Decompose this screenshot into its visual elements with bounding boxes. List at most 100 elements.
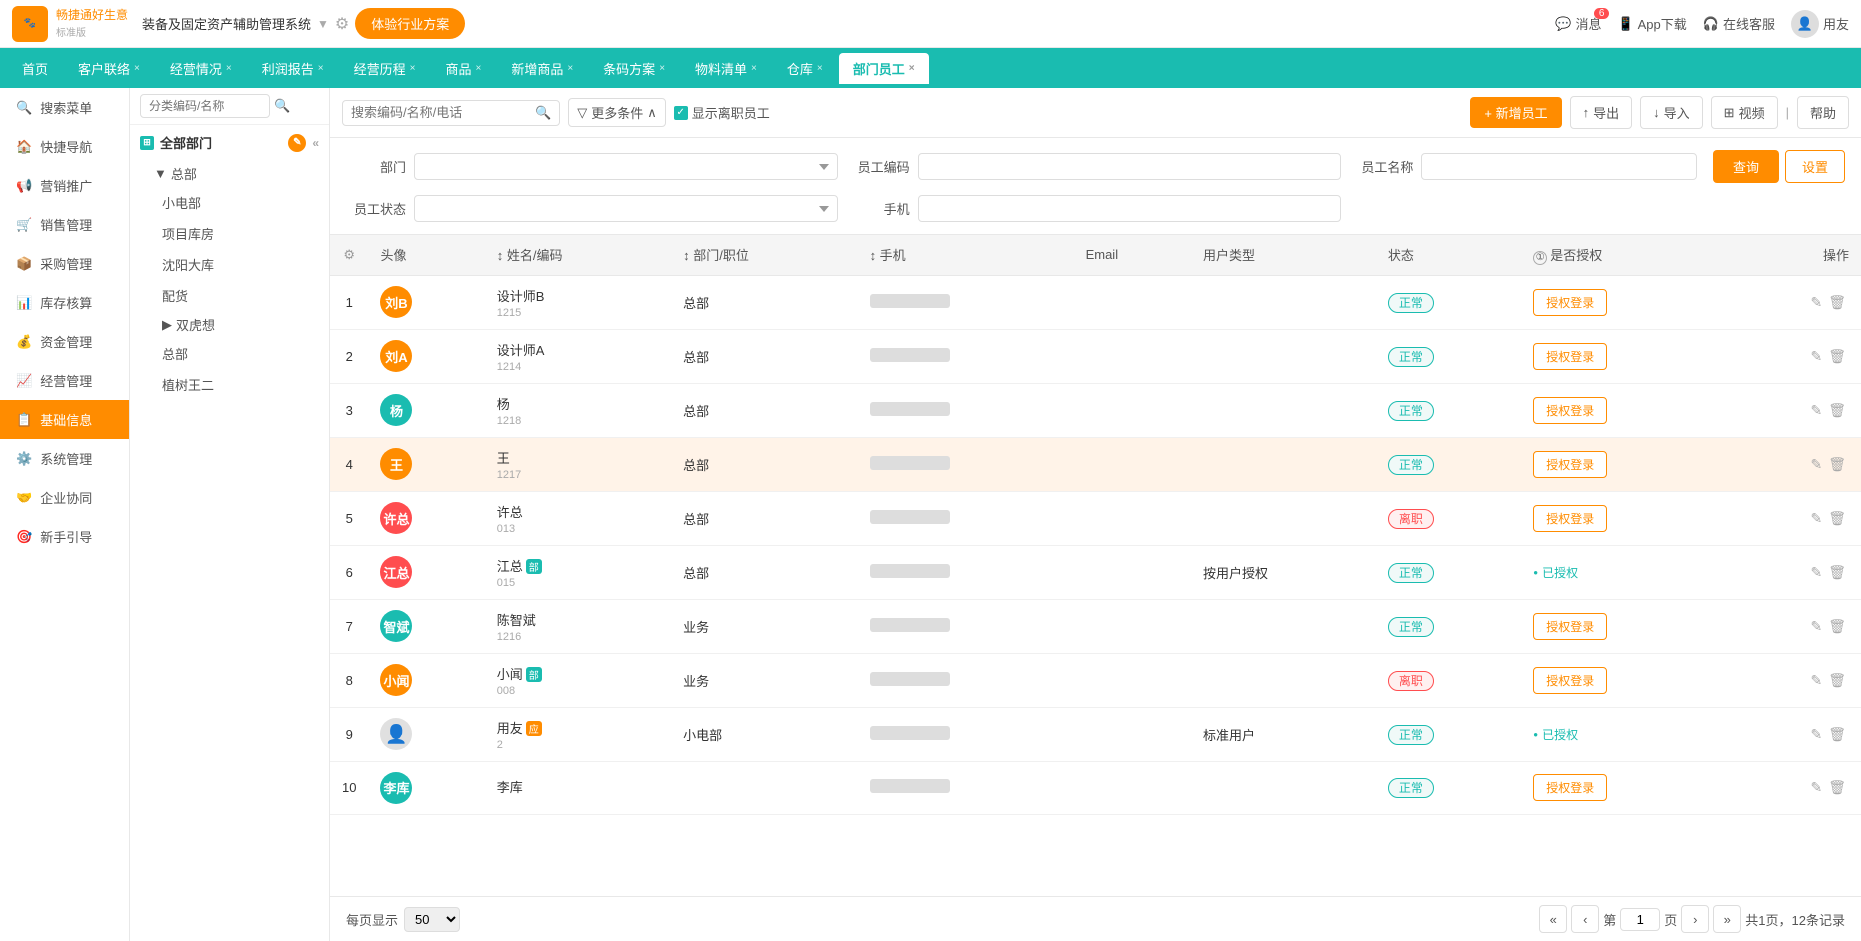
delete-icon[interactable]: 🗑 [1828,348,1846,364]
dept-item-peihuo[interactable]: 配货 [138,280,329,311]
per-page-select[interactable]: 50 20 100 [404,907,460,932]
dept-item-xiaodian[interactable]: 小电部 [138,187,329,218]
delete-icon[interactable]: 🗑 [1828,294,1846,310]
auth-btn[interactable]: 授权登录 [1533,774,1607,801]
dept-group-shuanghu[interactable]: ▶ 双虎想 [138,311,329,338]
edit-icon[interactable]: ✎ [1810,672,1822,688]
filter-empname-input[interactable] [1421,153,1697,180]
edit-icon[interactable]: ✎ [1810,564,1822,580]
add-employee-button[interactable]: + 新增员工 [1470,97,1561,128]
tab-employees[interactable]: 部门员工 × [839,53,929,84]
dept-item-xiangmu[interactable]: 项目库房 [138,218,329,249]
first-page-btn[interactable]: « [1539,905,1567,933]
dept-search-input[interactable] [140,94,270,118]
delete-icon[interactable]: 🗑 [1828,779,1846,795]
dept-item-zhishu[interactable]: 植树王二 [138,369,329,400]
sidebar-item-quicknav[interactable]: 🏠 快捷导航 [0,127,129,166]
auth-btn[interactable]: 授权登录 [1533,343,1607,370]
sidebar-item-marketing[interactable]: 📢 营销推广 [0,166,129,205]
import-button[interactable]: ↓ 导入 [1640,96,1703,129]
delete-icon[interactable]: 🗑 [1828,726,1846,742]
sidebar-item-finance[interactable]: 💰 资金管理 [0,322,129,361]
dept-search-icon[interactable]: 🔍 [274,98,290,114]
edit-icon[interactable]: ✎ [1810,294,1822,310]
app-download-btn[interactable]: 📱 App下载 [1617,14,1686,33]
prev-page-btn[interactable]: ‹ [1571,905,1599,933]
delete-icon[interactable]: 🗑 [1828,402,1846,418]
close-employees-icon[interactable]: × [909,63,915,74]
auth-btn[interactable]: 授权登录 [1533,289,1607,316]
edit-icon[interactable]: ✎ [1810,456,1822,472]
tab-add-goods[interactable]: 新增商品 × [497,53,587,84]
tab-history[interactable]: 经营历程 × [340,53,430,84]
search-button[interactable]: 查询 [1713,150,1779,183]
edit-icon[interactable]: ✎ [1810,402,1822,418]
col-gear[interactable]: ⚙ [330,235,368,275]
dept-collapse-icon[interactable]: « [312,136,319,150]
auth-btn[interactable]: 授权登录 [1533,397,1607,424]
sidebar-item-purchase[interactable]: 📦 采购管理 [0,244,129,283]
close-barcode-icon[interactable]: × [659,63,665,74]
tab-goods[interactable]: 商品 × [431,53,495,84]
search-input[interactable] [351,105,531,120]
edit-icon[interactable]: ✎ [1810,618,1822,634]
export-button[interactable]: ↑ 导出 [1570,96,1633,129]
auth-btn[interactable]: 授权登录 [1533,451,1607,478]
message-btn[interactable]: 💬 消息 6 [1555,14,1601,33]
edit-icon[interactable]: ✎ [1810,779,1822,795]
view-button[interactable]: ⊞ 视频 [1711,96,1778,129]
dept-item-shenyang[interactable]: 沈阳大库 [138,249,329,280]
col-name[interactable]: ↕ 姓名/编码 [485,235,671,275]
show-resigned-toggle[interactable]: ✓ 显示离职员工 [674,103,770,122]
close-history-icon[interactable]: × [410,63,416,74]
set-button[interactable]: 设置 [1785,150,1845,183]
dept-edit-icon[interactable]: ✎ [288,134,306,152]
sidebar-item-inventory[interactable]: 📊 库存核算 [0,283,129,322]
close-addgoods-icon[interactable]: × [567,63,573,74]
delete-icon[interactable]: 🗑 [1828,510,1846,526]
tab-operations[interactable]: 经营情况 × [156,53,246,84]
tab-home[interactable]: 首页 [8,53,62,84]
close-customers-icon[interactable]: × [134,63,140,74]
more-filters-btn[interactable]: ▽ 更多条件 ∧ [568,98,666,127]
close-profit-icon[interactable]: × [318,63,324,74]
help-icon[interactable]: | [1786,105,1789,120]
last-page-btn[interactable]: » [1713,905,1741,933]
edit-icon[interactable]: ✎ [1810,726,1822,742]
tab-profit[interactable]: 利润报告 × [248,53,338,84]
help-button[interactable]: 帮助 [1797,96,1849,129]
trial-button[interactable]: 体验行业方案 [355,8,465,39]
dept-all-header[interactable]: ⊞ 全部部门 ✎ « [130,125,329,160]
close-bom-icon[interactable]: × [751,63,757,74]
tab-bom[interactable]: 物料清单 × [681,53,771,84]
filter-phone-input[interactable] [918,195,1342,222]
close-warehouse-icon[interactable]: × [817,63,823,74]
filter-dept-select[interactable] [414,153,838,180]
sidebar-item-system[interactable]: ⚙️ 系统管理 [0,439,129,478]
edit-icon[interactable]: ✎ [1810,510,1822,526]
filter-status-select[interactable] [414,195,838,222]
sidebar-item-guide[interactable]: 🎯 新手引导 [0,517,129,556]
tab-customers[interactable]: 客户联络 × [64,53,154,84]
sidebar-item-collab[interactable]: 🤝 企业协同 [0,478,129,517]
delete-icon[interactable]: 🗑 [1828,564,1846,580]
auth-btn[interactable]: 授权登录 [1533,613,1607,640]
user-avatar[interactable]: 👤 用友 [1791,10,1849,38]
filter-empcode-input[interactable] [918,153,1342,180]
tab-barcode[interactable]: 条码方案 × [589,53,679,84]
tab-warehouse[interactable]: 仓库 × [773,53,837,84]
close-goods-icon[interactable]: × [475,63,481,74]
gear-icon[interactable]: ⚙ [335,14,349,34]
dept-group-zongbu[interactable]: ▼ 总部 [138,160,329,187]
sidebar-item-basic[interactable]: 📋 基础信息 [0,400,129,439]
online-service-btn[interactable]: 🎧 在线客服 [1703,14,1775,33]
col-phone[interactable]: ↕ 手机 [858,235,1074,275]
auth-btn[interactable]: 授权登录 [1533,667,1607,694]
close-operations-icon[interactable]: × [226,63,232,74]
auth-btn[interactable]: 授权登录 [1533,505,1607,532]
sidebar-item-operations[interactable]: 📈 经营管理 [0,361,129,400]
search-submit-icon[interactable]: 🔍 [535,105,551,121]
edit-icon[interactable]: ✎ [1810,348,1822,364]
delete-icon[interactable]: 🗑 [1828,672,1846,688]
delete-icon[interactable]: 🗑 [1828,456,1846,472]
